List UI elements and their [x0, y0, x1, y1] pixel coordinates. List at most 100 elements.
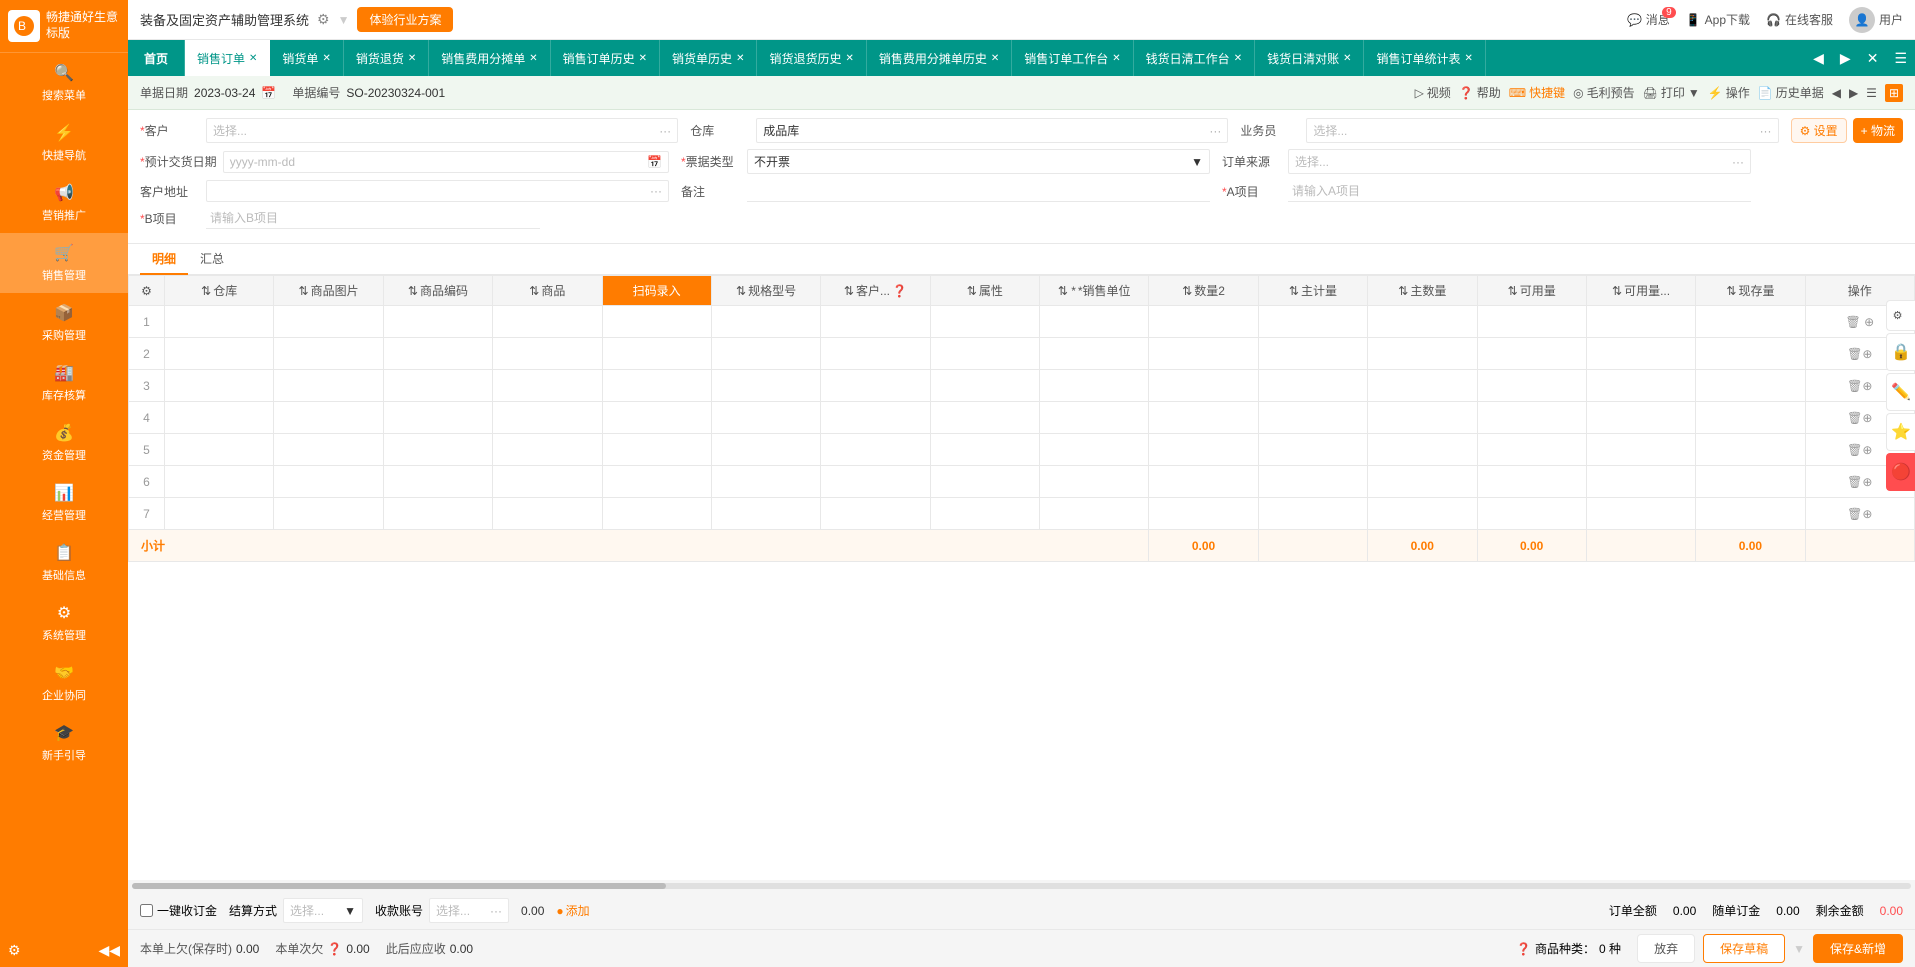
- one-click-collection-checkbox[interactable]: [140, 904, 153, 917]
- tab-close-icon[interactable]: ✕: [1465, 53, 1473, 64]
- th-main-qty[interactable]: ⇅ 主数量: [1368, 276, 1477, 306]
- row-delete-icon[interactable]: 🗑: [1847, 507, 1862, 521]
- th-available2[interactable]: ⇅ 可用量...: [1586, 276, 1695, 306]
- salesperson-ellipsis-icon[interactable]: ···: [1760, 124, 1772, 138]
- row-delete-icon[interactable]: 🗑: [1847, 475, 1862, 489]
- right-float-edit-btn[interactable]: ✏️: [1886, 373, 1915, 411]
- sidebar-item-system[interactable]: ⚙ 系统管理: [0, 593, 128, 653]
- add-goods-btn[interactable]: + 物流: [1853, 118, 1903, 143]
- sidebar-item-marketing[interactable]: 📢 营销推广: [0, 173, 128, 233]
- calendar-delivery-icon[interactable]: 📅: [647, 155, 662, 169]
- grid-view-icon[interactable]: ⊞: [1885, 84, 1903, 102]
- tab-expense-history[interactable]: 销售费用分摊单历史 ✕: [867, 40, 1012, 76]
- row-available2[interactable]: [1586, 306, 1695, 338]
- sidebar-item-guide[interactable]: 🎓 新手引导: [0, 713, 128, 773]
- a-project-input[interactable]: [1288, 181, 1751, 202]
- collapse-sidebar-icon[interactable]: ◀◀: [98, 942, 120, 959]
- sidebar-item-finance[interactable]: 💰 资金管理: [0, 413, 128, 473]
- row-current-stock[interactable]: [1696, 306, 1805, 338]
- print-btn[interactable]: 🖨 打印 ▼: [1643, 84, 1700, 101]
- row-warehouse[interactable]: [165, 306, 274, 338]
- row-spec[interactable]: [711, 306, 820, 338]
- row-copy-icon[interactable]: ⊕: [1862, 443, 1872, 457]
- app-download-btn[interactable]: 📱 App下载: [1686, 11, 1750, 28]
- help-btn[interactable]: ❓ 帮助: [1459, 84, 1501, 101]
- system-settings-icon[interactable]: ⚙: [317, 11, 330, 28]
- row-product-code[interactable]: [383, 306, 492, 338]
- shortcut-btn[interactable]: ⌨ 快捷键: [1509, 84, 1565, 101]
- add-payment-btn[interactable]: ● 添加: [556, 902, 589, 919]
- row-qty2[interactable]: [1149, 306, 1258, 338]
- tab-close-all-icon[interactable]: ✕: [1859, 50, 1887, 67]
- row-main-qty[interactable]: [1368, 306, 1477, 338]
- message-btn[interactable]: 💬 9 消息: [1627, 11, 1669, 28]
- tab-close-icon[interactable]: ✕: [249, 53, 257, 64]
- tab-close-icon[interactable]: ✕: [845, 53, 853, 64]
- remark-input[interactable]: [747, 181, 1210, 202]
- tab-detail[interactable]: 明细: [140, 244, 188, 275]
- row-delete-icon[interactable]: 🗑: [1847, 347, 1862, 361]
- scroll-thumb[interactable]: [132, 883, 666, 889]
- user-avatar-btn[interactable]: 👤 用户: [1849, 7, 1903, 33]
- row-main-unit[interactable]: [1258, 306, 1367, 338]
- row-copy-icon[interactable]: ⊕: [1862, 411, 1872, 425]
- tab-sales-invoice[interactable]: 销货单 ✕: [270, 40, 343, 76]
- tab-daily-clear-workbench[interactable]: 钱货日清工作台 ✕: [1134, 40, 1255, 76]
- th-product-image[interactable]: ⇅ 商品图片: [274, 276, 383, 306]
- calendar-icon[interactable]: 📅: [261, 86, 276, 100]
- row-delete-icon[interactable]: 🗑: [1847, 411, 1862, 425]
- address-ellipsis-icon[interactable]: ···: [650, 184, 662, 198]
- customer-address-input[interactable]: ···: [206, 180, 669, 202]
- salesperson-input[interactable]: 选择... ···: [1306, 118, 1778, 143]
- row-copy-icon[interactable]: ⊕: [1862, 507, 1872, 521]
- sidebar-item-enterprise[interactable]: 🤝 企业协同: [0, 653, 128, 713]
- save-new-button[interactable]: 保存&新增: [1813, 934, 1903, 963]
- right-float-alert-btn[interactable]: 🔴: [1886, 453, 1915, 491]
- row-delete-icon[interactable]: 🗑: [1847, 379, 1862, 393]
- th-product-code[interactable]: ⇅ 商品编码: [383, 276, 492, 306]
- tab-close-icon[interactable]: ✕: [639, 53, 647, 64]
- row-copy-icon[interactable]: ⊕: [1862, 379, 1872, 393]
- horizontal-scrollbar[interactable]: [128, 880, 1915, 892]
- delivery-date-input[interactable]: yyyy-mm-dd 📅: [223, 151, 669, 173]
- sidebar-item-operations[interactable]: 📊 经营管理: [0, 473, 128, 533]
- order-source-ellipsis-icon[interactable]: ···: [1732, 155, 1744, 169]
- tab-summary[interactable]: 汇总: [188, 244, 236, 275]
- sidebar-item-nav[interactable]: ⚡ 快捷导航: [0, 113, 128, 173]
- right-float-star-btn[interactable]: ⭐: [1886, 413, 1915, 451]
- tab-menu-icon[interactable]: ☰: [1886, 50, 1915, 67]
- row-delete-icon[interactable]: 🗑: [1845, 315, 1860, 329]
- b-project-input[interactable]: [206, 208, 540, 229]
- th-scan-entry[interactable]: 扫码录入: [602, 276, 711, 306]
- th-spec[interactable]: ⇅ 规格型号: [711, 276, 820, 306]
- online-service-btn[interactable]: 🎧 在线客服: [1766, 11, 1833, 28]
- tab-sales-expense[interactable]: 销售费用分摊单 ✕: [429, 40, 550, 76]
- tab-close-icon[interactable]: ✕: [322, 53, 330, 64]
- tab-sales-order[interactable]: 销售订单 ✕: [185, 40, 270, 76]
- th-available[interactable]: ⇅ 可用量: [1477, 276, 1586, 306]
- profit-forecast-btn[interactable]: ◎ 毛利预告: [1573, 84, 1635, 101]
- th-customer[interactable]: ⇅ 客户... ❓: [821, 276, 930, 306]
- history-bill-btn[interactable]: 📄 历史单据: [1758, 84, 1824, 101]
- row-customer[interactable]: [821, 306, 930, 338]
- discard-button[interactable]: 放弃: [1637, 934, 1695, 963]
- list-view-icon[interactable]: ☰: [1866, 86, 1877, 100]
- view-video-btn[interactable]: ▷ 视频: [1415, 84, 1451, 101]
- customer-input[interactable]: 选择... ···: [206, 118, 678, 143]
- tab-sales-order-history[interactable]: 销售订单历史 ✕: [551, 40, 660, 76]
- warehouse-input[interactable]: 成品库 ···: [756, 118, 1228, 143]
- next-bill-icon[interactable]: ▶: [1849, 86, 1858, 100]
- th-settings[interactable]: ⚙: [129, 276, 165, 306]
- th-product[interactable]: ⇅ 商品: [493, 276, 602, 306]
- th-current-stock[interactable]: ⇅ 现存量: [1696, 276, 1805, 306]
- tab-sales-return[interactable]: 销货退货 ✕: [344, 40, 429, 76]
- settings-btn[interactable]: ⚙ 设置: [1791, 118, 1847, 143]
- right-float-settings-btn[interactable]: ⚙: [1886, 300, 1915, 331]
- prev-bill-icon[interactable]: ◀: [1832, 86, 1841, 100]
- tab-close-icon[interactable]: ✕: [1343, 53, 1351, 64]
- customer-ellipsis-icon[interactable]: ···: [659, 124, 671, 138]
- row-attribute[interactable]: [930, 306, 1039, 338]
- tab-return-history[interactable]: 销货退货历史 ✕: [757, 40, 866, 76]
- row-product-image[interactable]: [274, 306, 383, 338]
- save-draft-arrow[interactable]: ▼: [1793, 942, 1805, 956]
